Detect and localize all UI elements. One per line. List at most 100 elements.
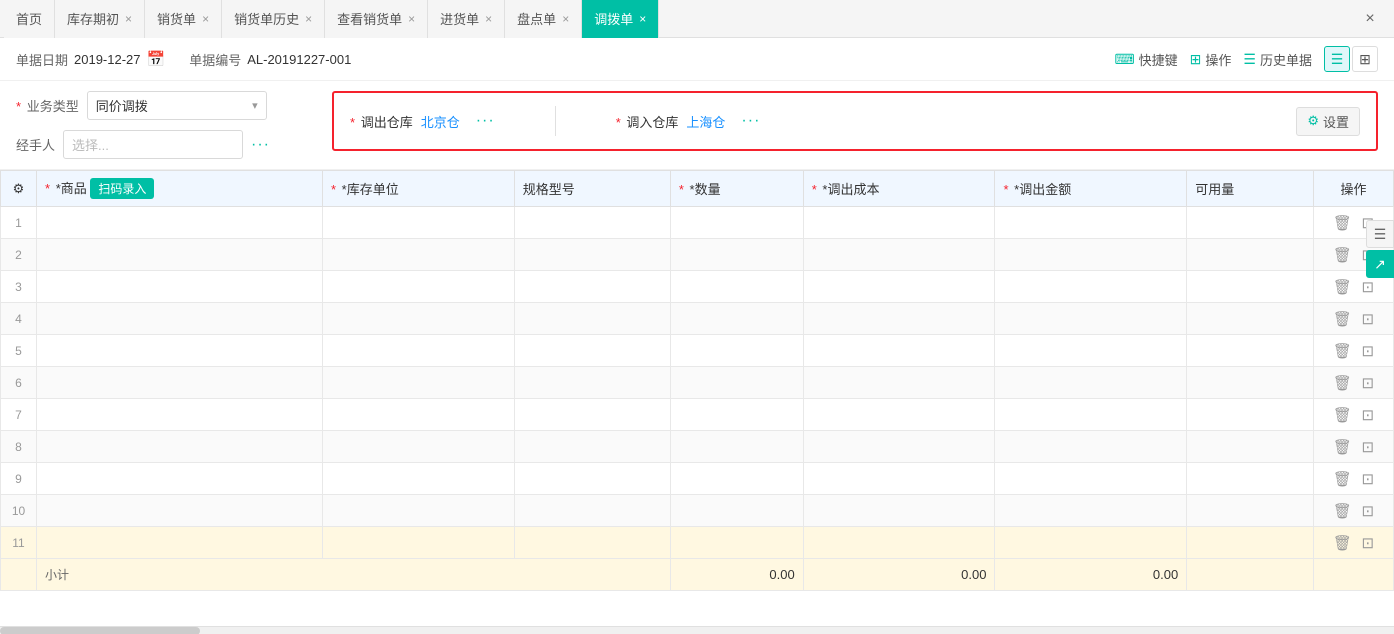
row-7-available[interactable] — [1187, 399, 1314, 431]
row-4-amount[interactable] — [995, 303, 1187, 335]
float-expand-btn[interactable]: ↗ — [1366, 250, 1394, 278]
row-8-available[interactable] — [1187, 431, 1314, 463]
row-2-amount[interactable] — [995, 239, 1187, 271]
row-3-amount[interactable] — [995, 271, 1187, 303]
tab-stock-init[interactable]: 库存期初 × — [55, 0, 145, 38]
col-gear[interactable]: ⚙ — [1, 171, 37, 207]
row-1-goods[interactable] — [37, 207, 323, 239]
row-4-qty[interactable] — [670, 303, 803, 335]
row-6-amount[interactable] — [995, 367, 1187, 399]
row-3-spec[interactable] — [514, 271, 670, 303]
copy-icon[interactable]: ⊡ — [1362, 503, 1375, 520]
tab-close-view-sales[interactable]: × — [408, 12, 415, 26]
delete-icon[interactable]: 🗑 — [1333, 503, 1352, 520]
delete-icon[interactable]: 🗑 — [1333, 439, 1352, 456]
tab-home[interactable]: 首页 — [4, 0, 55, 38]
row-7-goods[interactable] — [37, 399, 323, 431]
row-1-amount[interactable] — [995, 207, 1187, 239]
row-9-unit[interactable] — [322, 463, 514, 495]
delete-icon[interactable]: 🗑 — [1333, 215, 1352, 232]
row-6-available[interactable] — [1187, 367, 1314, 399]
row-10-qty[interactable] — [670, 495, 803, 527]
row-11-available[interactable] — [1187, 527, 1314, 559]
row-3-unit[interactable] — [322, 271, 514, 303]
row-11-unit[interactable] — [322, 527, 514, 559]
row-9-amount[interactable] — [995, 463, 1187, 495]
tab-close-purchase-order[interactable]: × — [485, 12, 492, 26]
tab-transfer[interactable]: 调拨单 × — [582, 0, 659, 38]
row-11-amount[interactable] — [995, 527, 1187, 559]
row-5-goods[interactable] — [37, 335, 323, 367]
row-11-spec[interactable] — [514, 527, 670, 559]
shortcut-btn[interactable]: ⌨ 快捷键 — [1114, 50, 1177, 69]
row-1-cost[interactable] — [803, 207, 995, 239]
row-6-goods[interactable] — [37, 367, 323, 399]
row-2-unit[interactable] — [322, 239, 514, 271]
row-2-qty[interactable] — [670, 239, 803, 271]
row-9-spec[interactable] — [514, 463, 670, 495]
row-11-cost[interactable] — [803, 527, 995, 559]
tab-sales-history[interactable]: 销货单历史 × — [222, 0, 325, 38]
row-2-cost[interactable] — [803, 239, 995, 271]
copy-icon[interactable]: ⊡ — [1362, 375, 1375, 392]
row-11-qty[interactable] — [670, 527, 803, 559]
tab-sales-order[interactable]: 销货单 × — [145, 0, 222, 38]
row-5-qty[interactable] — [670, 335, 803, 367]
row-1-qty[interactable] — [670, 207, 803, 239]
tab-close-transfer[interactable]: × — [639, 12, 646, 26]
row-5-spec[interactable] — [514, 335, 670, 367]
row-6-unit[interactable] — [322, 367, 514, 399]
row-8-qty[interactable] — [670, 431, 803, 463]
row-10-unit[interactable] — [322, 495, 514, 527]
copy-icon[interactable]: ⊡ — [1362, 535, 1375, 552]
row-9-cost[interactable] — [803, 463, 995, 495]
list-view-btn[interactable]: ☰ — [1324, 46, 1350, 72]
row-5-amount[interactable] — [995, 335, 1187, 367]
row-10-available[interactable] — [1187, 495, 1314, 527]
delete-icon[interactable]: 🗑 — [1333, 471, 1352, 488]
row-9-qty[interactable] — [670, 463, 803, 495]
row-1-unit[interactable] — [322, 207, 514, 239]
delete-icon[interactable]: 🗑 — [1333, 247, 1352, 264]
row-7-spec[interactable] — [514, 399, 670, 431]
copy-icon[interactable]: ⊡ — [1362, 407, 1375, 424]
horizontal-scrollbar[interactable] — [0, 626, 1394, 634]
row-8-cost[interactable] — [803, 431, 995, 463]
tab-close-stock-init[interactable]: × — [125, 12, 132, 26]
row-1-spec[interactable] — [514, 207, 670, 239]
row-4-spec[interactable] — [514, 303, 670, 335]
tab-close-sales-history[interactable]: × — [305, 12, 312, 26]
calendar-icon[interactable]: 📅 — [147, 50, 166, 68]
row-6-cost[interactable] — [803, 367, 995, 399]
row-7-unit[interactable] — [322, 399, 514, 431]
row-5-available[interactable] — [1187, 335, 1314, 367]
delete-icon[interactable]: 🗑 — [1333, 343, 1352, 360]
scan-btn[interactable]: 扫码录入 — [90, 178, 154, 199]
transfer-in-more-btn[interactable]: ··· — [741, 112, 760, 130]
handler-more-btn[interactable]: ··· — [251, 136, 270, 154]
row-4-goods[interactable] — [37, 303, 323, 335]
row-8-unit[interactable] — [322, 431, 514, 463]
window-close-button[interactable]: × — [1350, 0, 1390, 38]
row-9-goods[interactable] — [37, 463, 323, 495]
row-3-qty[interactable] — [670, 271, 803, 303]
scroll-thumb[interactable] — [0, 627, 200, 634]
tab-close-sales-order[interactable]: × — [202, 12, 209, 26]
float-list-btn[interactable]: ☰ — [1366, 220, 1394, 248]
row-8-amount[interactable] — [995, 431, 1187, 463]
tab-inventory[interactable]: 盘点单 × — [505, 0, 582, 38]
copy-icon[interactable]: ⊡ — [1362, 343, 1375, 360]
delete-icon[interactable]: 🗑 — [1333, 535, 1352, 552]
row-8-goods[interactable] — [37, 431, 323, 463]
row-2-available[interactable] — [1187, 239, 1314, 271]
history-btn[interactable]: ☰ 历史单据 — [1243, 50, 1312, 69]
tab-close-inventory[interactable]: × — [562, 12, 569, 26]
row-2-spec[interactable] — [514, 239, 670, 271]
row-5-unit[interactable] — [322, 335, 514, 367]
row-1-available[interactable] — [1187, 207, 1314, 239]
delete-icon[interactable]: 🗑 — [1333, 407, 1352, 424]
row-7-amount[interactable] — [995, 399, 1187, 431]
copy-icon[interactable]: ⊡ — [1362, 471, 1375, 488]
delete-icon[interactable]: 🗑 — [1333, 279, 1352, 296]
row-3-cost[interactable] — [803, 271, 995, 303]
